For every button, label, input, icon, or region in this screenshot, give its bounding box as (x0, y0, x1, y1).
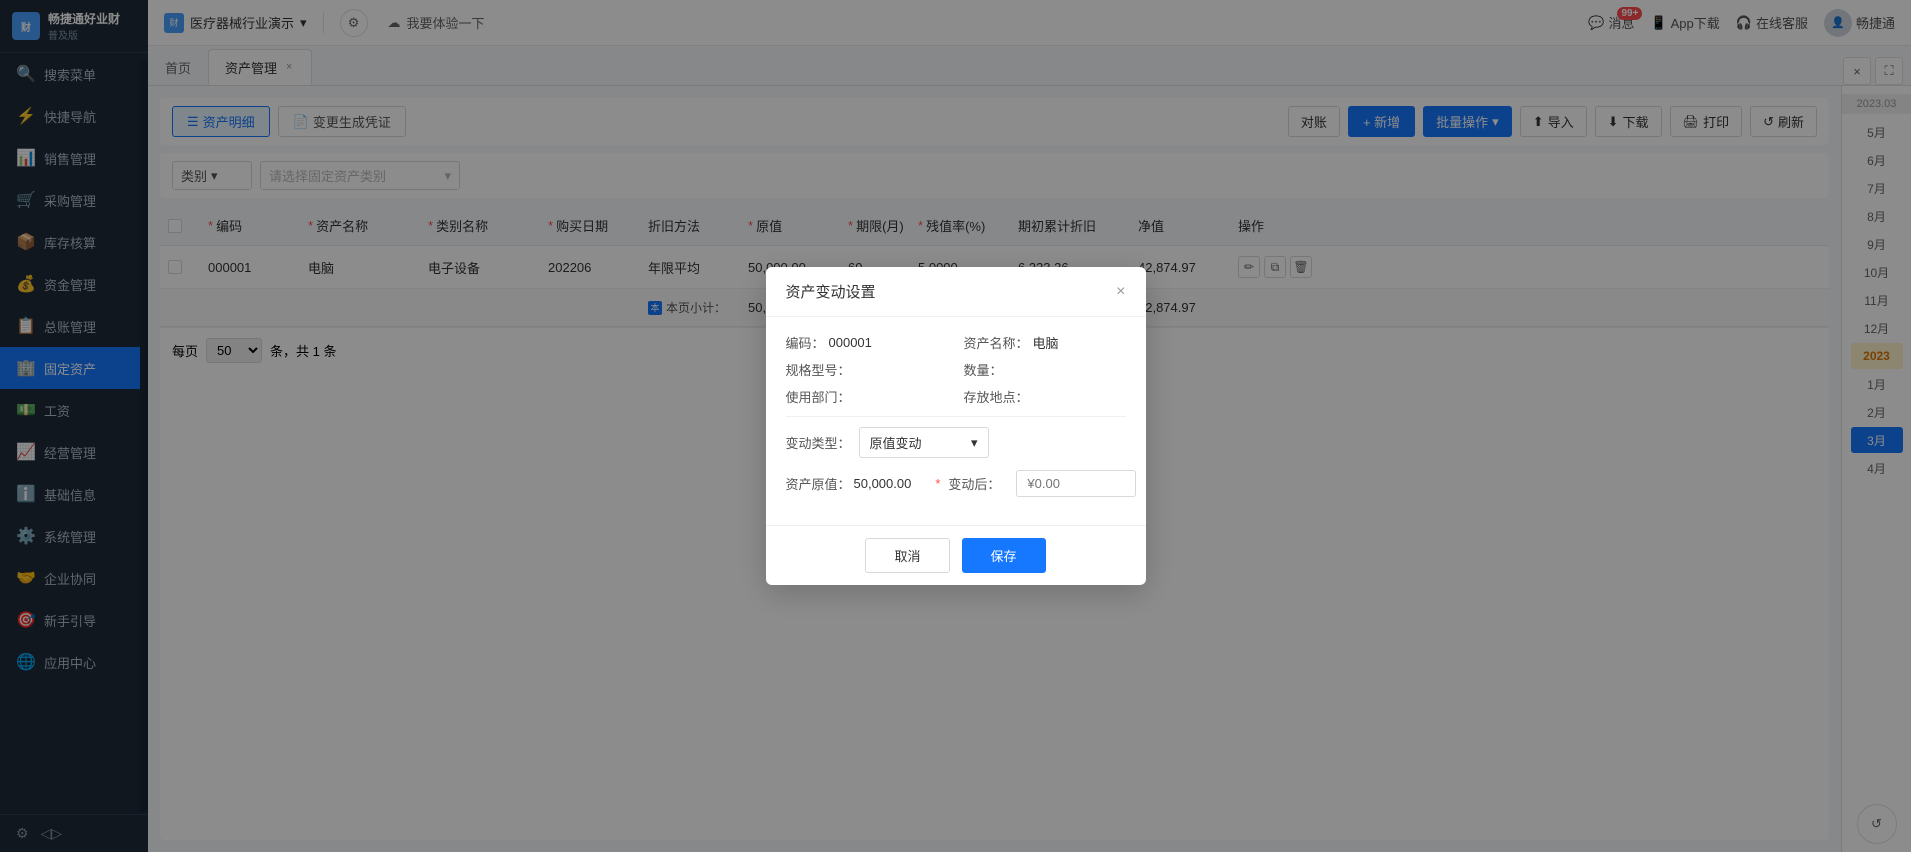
modal-body: 编码： 000001 资产名称： 电脑 规格型号： 数量： (766, 317, 1146, 525)
modal-dept-field: 使用部门： (786, 387, 948, 406)
modal-overlay[interactable]: 资产变动设置 × 编码： 000001 资产名称： 电脑 规格型号： (0, 0, 1911, 852)
modal-spec-field: 规格型号： (786, 360, 948, 379)
modal-divider (786, 416, 1126, 417)
modal-location-field: 存放地点： (964, 387, 1126, 406)
modal-footer: 取消 保存 (766, 525, 1146, 585)
modal-info-row-2: 规格型号： 数量： (786, 360, 1126, 379)
modal-close-button[interactable]: × (1116, 283, 1125, 301)
modal-asset-name-field: 资产名称： 电脑 (964, 333, 1126, 352)
select-arrow-icon: ▾ (971, 435, 978, 451)
modal-code-field: 编码： 000001 (786, 333, 948, 352)
modal-header: 资产变动设置 × (766, 267, 1146, 317)
change-type-select[interactable]: 原值变动 ▾ (859, 427, 989, 458)
modal-title: 资产变动设置 (786, 281, 876, 302)
after-value-input[interactable] (1016, 470, 1136, 497)
modal-quantity-field: 数量： (964, 360, 1126, 379)
modal-original-value-row: 资产原值： 50,000.00 * 变动后： (786, 470, 1126, 497)
cancel-button[interactable]: 取消 (865, 538, 949, 573)
modal-info-row-1: 编码： 000001 资产名称： 电脑 (786, 333, 1126, 352)
save-button[interactable]: 保存 (962, 538, 1046, 573)
asset-change-modal: 资产变动设置 × 编码： 000001 资产名称： 电脑 规格型号： (766, 267, 1146, 585)
modal-change-type-row: 变动类型： 原值变动 ▾ (786, 427, 1126, 458)
modal-info-row-3: 使用部门： 存放地点： (786, 387, 1126, 406)
